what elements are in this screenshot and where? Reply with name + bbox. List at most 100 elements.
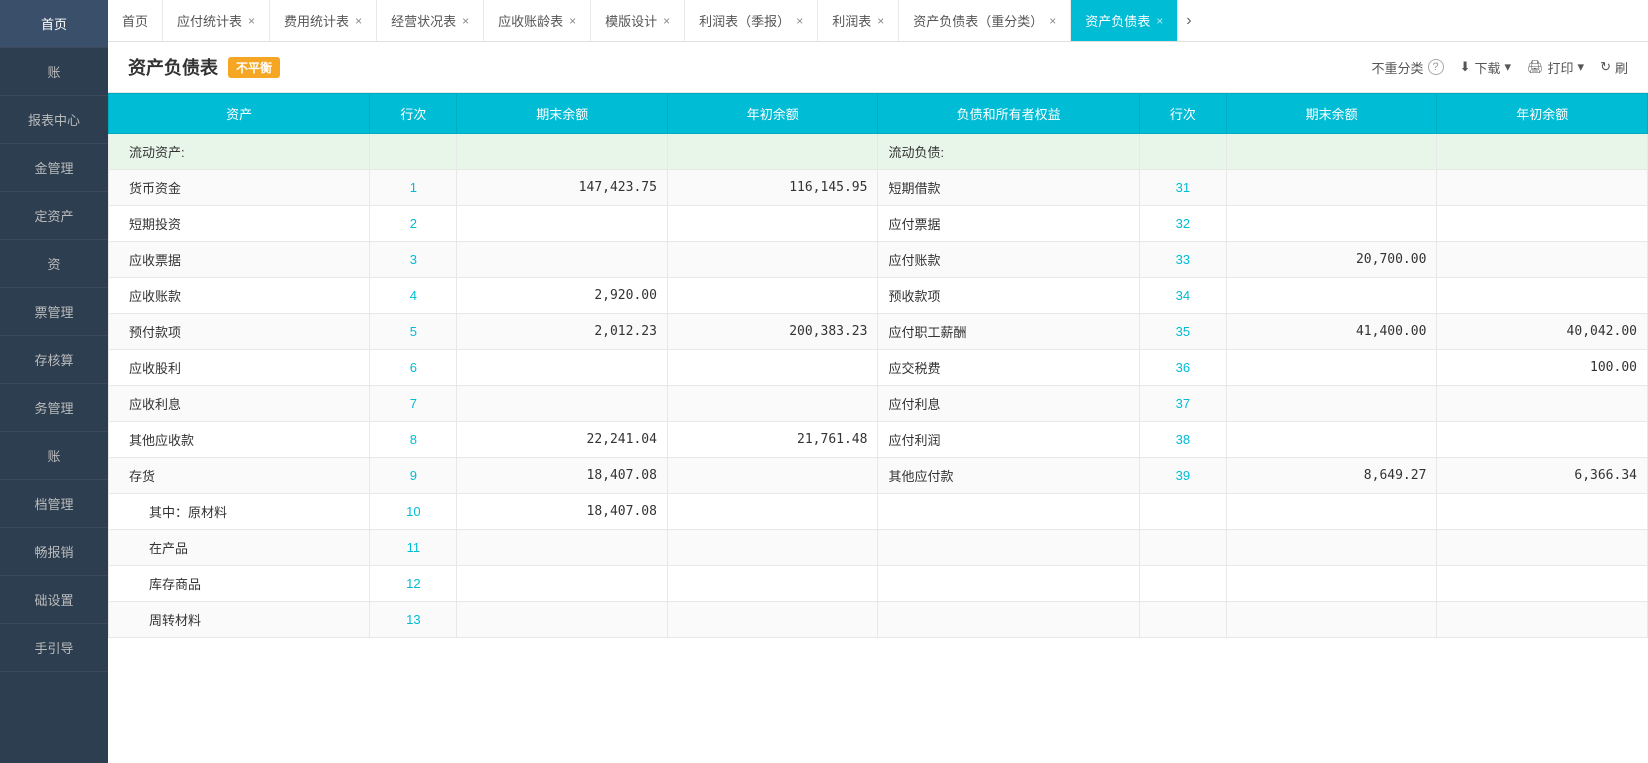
tab-profit-close[interactable]: × xyxy=(877,14,884,28)
download-action[interactable]: ⬇ 下载 ▾ xyxy=(1460,58,1511,77)
no-reclassify-action[interactable]: 不重分类 ? xyxy=(1372,58,1444,77)
section-label-right: 流动负债: xyxy=(878,134,1139,170)
row-num2: 38 xyxy=(1139,422,1226,458)
begin-balance2 xyxy=(1437,206,1648,242)
end-balance xyxy=(457,350,668,386)
end-balance: 22,241.04 xyxy=(457,422,668,458)
content-header: 资产负债表 不平衡 不重分类 ? ⬇ 下载 ▾ 🖨 打印 ▾ ↻ 刷 xyxy=(108,42,1648,93)
sub-asset-label: 其中：原材料 xyxy=(109,494,370,530)
tab-template-close[interactable]: × xyxy=(663,14,670,28)
sidebar-item-fund-mgmt[interactable]: 金管理 xyxy=(0,144,108,192)
tab-expense-stats-close[interactable]: × xyxy=(355,14,362,28)
end-balance2: 41,400.00 xyxy=(1226,314,1437,350)
sidebar-item-report-center[interactable]: 报表中心 xyxy=(0,96,108,144)
header-end-balance2: 期末余额 xyxy=(1226,94,1437,134)
tab-template[interactable]: 模版设计 × xyxy=(591,0,685,42)
sidebar-item-inventory[interactable]: 存核算 xyxy=(0,336,108,384)
sidebar-item-archive[interactable]: 档管理 xyxy=(0,480,108,528)
liab-label: 应付利润 xyxy=(878,422,1139,458)
liab-label: 其他应付款 xyxy=(878,458,1139,494)
begin-balance: 21,761.48 xyxy=(667,422,878,458)
sub-end-balance xyxy=(457,566,668,602)
sub-begin-balance xyxy=(667,530,878,566)
unbalanced-badge: 不平衡 xyxy=(228,57,280,78)
sub-end-balance: 18,407.08 xyxy=(457,494,668,530)
help-icon: ? xyxy=(1428,59,1444,75)
tab-home[interactable]: 首页 xyxy=(108,0,163,42)
tab-balance[interactable]: 资产负债表 × xyxy=(1071,0,1178,42)
asset-label: 货币资金 xyxy=(109,170,370,206)
tab-profit-quarter[interactable]: 利润表（季报） × xyxy=(685,0,818,42)
sidebar-item-ledger[interactable]: 账 xyxy=(0,432,108,480)
sub-row-num2 xyxy=(1139,602,1226,638)
row-num2: 37 xyxy=(1139,386,1226,422)
refresh-action[interactable]: ↻ 刷 xyxy=(1600,58,1628,77)
sub-liab-label xyxy=(878,602,1139,638)
sub-liab-label xyxy=(878,566,1139,602)
sidebar-item-fixed-assets[interactable]: 定资产 xyxy=(0,192,108,240)
tab-ap-stats-close[interactable]: × xyxy=(248,14,255,28)
sub-asset-label: 周转材料 xyxy=(109,602,370,638)
begin-balance xyxy=(667,278,878,314)
tab-expense-stats[interactable]: 费用统计表 × xyxy=(270,0,377,42)
header-end-balance: 期末余额 xyxy=(457,94,668,134)
tab-ar-aging-close[interactable]: × xyxy=(569,14,576,28)
tab-profit-label: 利润表 xyxy=(832,11,871,30)
main-area: 首页 应付统计表 × 费用统计表 × 经营状况表 × 应收账龄表 × 模版设计 … xyxy=(108,0,1648,763)
asset-label: 应收股利 xyxy=(109,350,370,386)
sidebar-item-settings[interactable]: 础设置 xyxy=(0,576,108,624)
tab-home-label: 首页 xyxy=(122,11,148,30)
row-num2: 31 xyxy=(1139,170,1226,206)
end-balance: 2,012.23 xyxy=(457,314,668,350)
sidebar: 首页 账 报表中心 金管理 定资产 资 票管理 存核算 务管理 账 档管理 畅报… xyxy=(0,0,108,763)
liab-label: 预收款项 xyxy=(878,278,1139,314)
end-balance2 xyxy=(1226,170,1437,206)
asset-label: 应收账款 xyxy=(109,278,370,314)
tab-ap-stats-label: 应付统计表 xyxy=(177,11,242,30)
tab-nav-right[interactable]: › xyxy=(1178,0,1199,42)
tab-profit[interactable]: 利润表 × xyxy=(818,0,899,42)
sidebar-item-affairs-mgmt[interactable]: 务管理 xyxy=(0,384,108,432)
row-num: 2 xyxy=(370,206,457,242)
sub-row-num: 10 xyxy=(370,494,457,530)
tab-balance-close[interactable]: × xyxy=(1156,14,1163,28)
row-num: 5 xyxy=(370,314,457,350)
header-begin-balance: 年初余额 xyxy=(667,94,878,134)
sub-end-balance2 xyxy=(1226,602,1437,638)
sidebar-item-bill-mgmt[interactable]: 票管理 xyxy=(0,288,108,336)
tab-expense-stats-label: 费用统计表 xyxy=(284,11,349,30)
sidebar-item-guide[interactable]: 手引导 xyxy=(0,624,108,672)
liab-label: 应付票据 xyxy=(878,206,1139,242)
begin-balance xyxy=(667,206,878,242)
sidebar-item-home[interactable]: 首页 xyxy=(0,0,108,48)
header-liab-equity: 负债和所有者权益 xyxy=(878,94,1139,134)
sidebar-item-expense[interactable]: 畅报销 xyxy=(0,528,108,576)
sub-row-num2 xyxy=(1139,530,1226,566)
section-row-right xyxy=(1139,134,1226,170)
tab-ap-stats[interactable]: 应付统计表 × xyxy=(163,0,270,42)
asset-label: 应收利息 xyxy=(109,386,370,422)
row-num2: 33 xyxy=(1139,242,1226,278)
tab-profit-quarter-close[interactable]: × xyxy=(796,14,803,28)
begin-balance: 116,145.95 xyxy=(667,170,878,206)
begin-balance xyxy=(667,458,878,494)
begin-balance2 xyxy=(1437,170,1648,206)
sub-end-balance2 xyxy=(1226,494,1437,530)
end-balance2: 20,700.00 xyxy=(1226,242,1437,278)
liab-label: 短期借款 xyxy=(878,170,1139,206)
tab-balance-reclassify[interactable]: 资产负债表（重分类） × xyxy=(899,0,1071,42)
begin-balance2: 6,366.34 xyxy=(1437,458,1648,494)
balance-sheet-table: 资产 行次 期末余额 年初余额 负债和所有者权益 行次 期末余额 年初余额 流动… xyxy=(108,93,1648,638)
row-num2: 34 xyxy=(1139,278,1226,314)
tab-operation-close[interactable]: × xyxy=(462,14,469,28)
end-balance2 xyxy=(1226,422,1437,458)
row-num: 9 xyxy=(370,458,457,494)
begin-balance xyxy=(667,386,878,422)
sidebar-item-capital[interactable]: 资 xyxy=(0,240,108,288)
print-action[interactable]: 🖨 打印 ▾ xyxy=(1527,58,1584,77)
sidebar-item-account[interactable]: 账 xyxy=(0,48,108,96)
begin-balance2: 40,042.00 xyxy=(1437,314,1648,350)
tab-ar-aging[interactable]: 应收账龄表 × xyxy=(484,0,591,42)
tab-operation[interactable]: 经营状况表 × xyxy=(377,0,484,42)
tab-balance-reclassify-close[interactable]: × xyxy=(1049,14,1056,28)
